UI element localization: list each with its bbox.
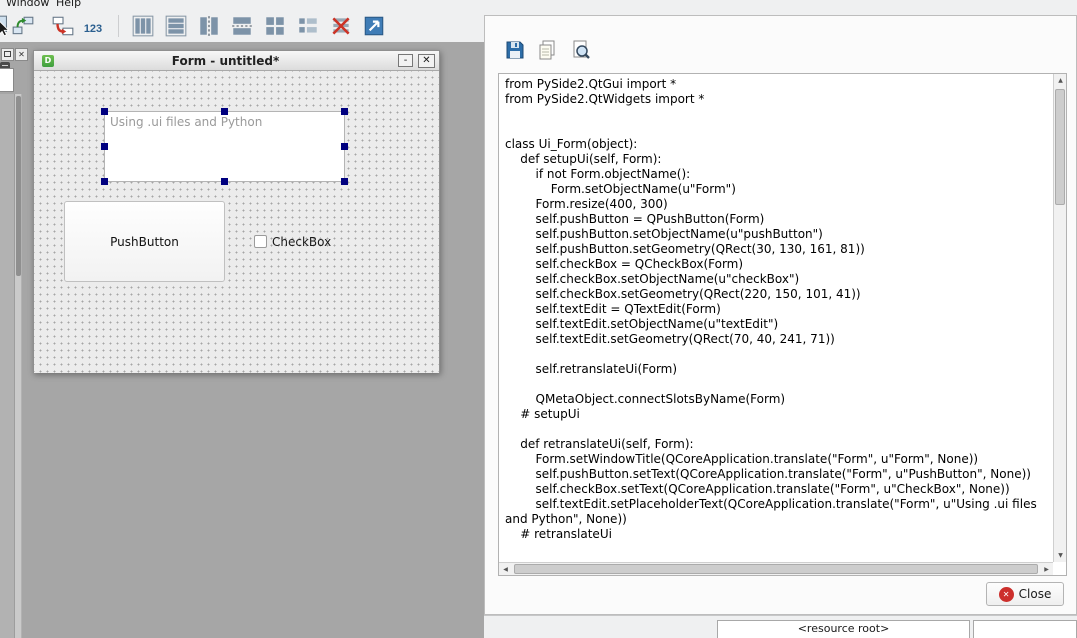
widget-box-scrollbar[interactable] bbox=[14, 94, 21, 638]
form-minimize-button[interactable]: - bbox=[398, 54, 413, 67]
scroll-up-button[interactable]: ▲ bbox=[1054, 74, 1067, 87]
code-view[interactable]: from PySide2.QtGui import * from PySide2… bbox=[498, 73, 1067, 576]
scroll-down-button[interactable]: ▼ bbox=[1054, 549, 1067, 562]
checkbox-label: CheckBox bbox=[272, 235, 331, 249]
widget-filter-input[interactable] bbox=[0, 68, 14, 92]
edit-tab-order-button[interactable]: 123 bbox=[80, 13, 106, 39]
resource-root-label: <resource root> bbox=[798, 622, 890, 635]
resize-handle-se[interactable] bbox=[341, 178, 348, 185]
menu-help[interactable]: Help bbox=[56, 0, 81, 9]
resize-handle-w[interactable] bbox=[101, 143, 108, 150]
form-window-titlebar[interactable]: D Form - untitled* - ✕ bbox=[34, 51, 439, 71]
resource-side-panel[interactable] bbox=[973, 620, 1077, 638]
qt-designer-screen: Window Help 123 bbox=[0, 0, 1077, 638]
scroll-right-button[interactable]: ▶ bbox=[1040, 563, 1053, 576]
edit-buddies-button[interactable] bbox=[50, 13, 76, 39]
vertical-scroll-thumb[interactable] bbox=[1055, 89, 1065, 205]
textedit-placeholder: Using .ui files and Python bbox=[110, 115, 262, 129]
form-file-icon: D bbox=[42, 55, 54, 67]
layout-horizontal-icon bbox=[131, 14, 155, 38]
horizontal-scrollbar[interactable]: ◀ ▶ bbox=[499, 562, 1053, 575]
resize-handle-sw[interactable] bbox=[101, 178, 108, 185]
form-canvas[interactable]: Using .ui files and Python PushButton Ch… bbox=[34, 71, 439, 373]
copy-button[interactable] bbox=[535, 38, 559, 62]
dock-close-button[interactable]: ✕ bbox=[15, 48, 28, 61]
form-designer-window: D Form - untitled* - ✕ Using .ui files a… bbox=[33, 50, 440, 373]
dock-float-button[interactable] bbox=[1, 48, 14, 61]
resource-root-item[interactable]: <resource root> bbox=[717, 620, 970, 638]
save-icon bbox=[504, 39, 526, 61]
layout-grid-button[interactable] bbox=[262, 13, 288, 39]
resize-handle-s[interactable] bbox=[221, 178, 228, 185]
code-preview-dialog: from PySide2.QtGui import * from PySide2… bbox=[484, 15, 1077, 615]
resize-handle-ne[interactable] bbox=[341, 108, 348, 115]
close-label: Close bbox=[1019, 587, 1052, 601]
close-red-icon: ✕ bbox=[999, 587, 1014, 602]
edit-tab-order-icon: 123 bbox=[81, 23, 105, 35]
form-close-button[interactable]: ✕ bbox=[418, 54, 435, 68]
toolbar-separator bbox=[118, 15, 119, 37]
layout-vertical-icon bbox=[164, 14, 188, 38]
break-layout-icon bbox=[329, 14, 353, 38]
layout-vertical-splitter-icon bbox=[230, 14, 254, 38]
resize-handle-nw[interactable] bbox=[101, 108, 108, 115]
layout-grid-icon bbox=[263, 14, 287, 38]
layout-horizontal-splitter-icon bbox=[197, 14, 221, 38]
textedit-widget[interactable]: Using .ui files and Python bbox=[104, 111, 345, 182]
layout-horizontal-button[interactable] bbox=[130, 13, 156, 39]
edit-buddies-icon bbox=[51, 14, 75, 38]
find-icon bbox=[570, 39, 592, 61]
layout-vertical-splitter-button[interactable] bbox=[229, 13, 255, 39]
dialog-close-button[interactable]: ✕ Close bbox=[986, 582, 1064, 606]
adjust-size-icon bbox=[362, 14, 386, 38]
layout-form-icon bbox=[296, 14, 320, 38]
break-layout-button[interactable] bbox=[328, 13, 354, 39]
adjust-size-button[interactable] bbox=[361, 13, 387, 39]
scroll-left-button[interactable]: ◀ bbox=[499, 563, 512, 576]
save-button[interactable] bbox=[503, 38, 527, 62]
layout-form-button[interactable] bbox=[295, 13, 321, 39]
resource-browser-panel: <resource root> bbox=[484, 615, 1077, 638]
menu-window[interactable]: Window bbox=[6, 0, 49, 9]
menu-bar: Window Help bbox=[0, 0, 1077, 9]
edit-signals-slots-button[interactable] bbox=[10, 13, 36, 39]
mdi-workspace: ✕ D Form - untitled* - ✕ Using .ui files… bbox=[0, 42, 485, 638]
checkbox-indicator[interactable] bbox=[254, 235, 267, 248]
find-button[interactable] bbox=[569, 38, 593, 62]
vertical-scrollbar[interactable]: ▲ ▼ bbox=[1053, 74, 1066, 562]
generated-code[interactable]: from PySide2.QtGui import * from PySide2… bbox=[499, 74, 1053, 562]
copy-icon bbox=[536, 39, 558, 61]
pushbutton-widget[interactable]: PushButton bbox=[64, 201, 225, 282]
resize-handle-n[interactable] bbox=[221, 108, 228, 115]
checkbox-widget[interactable]: CheckBox bbox=[254, 221, 355, 262]
resize-handle-e[interactable] bbox=[341, 143, 348, 150]
horizontal-scroll-thumb[interactable] bbox=[514, 564, 1038, 574]
edit-signals-slots-icon bbox=[11, 14, 35, 38]
float-icon bbox=[4, 51, 11, 57]
widget-box-scroll-thumb[interactable] bbox=[16, 96, 21, 276]
layout-horizontal-splitter-button[interactable] bbox=[196, 13, 222, 39]
widget-box-panel-edge bbox=[0, 94, 22, 638]
form-window-title: Form - untitled* bbox=[58, 54, 393, 68]
layout-vertical-button[interactable] bbox=[163, 13, 189, 39]
